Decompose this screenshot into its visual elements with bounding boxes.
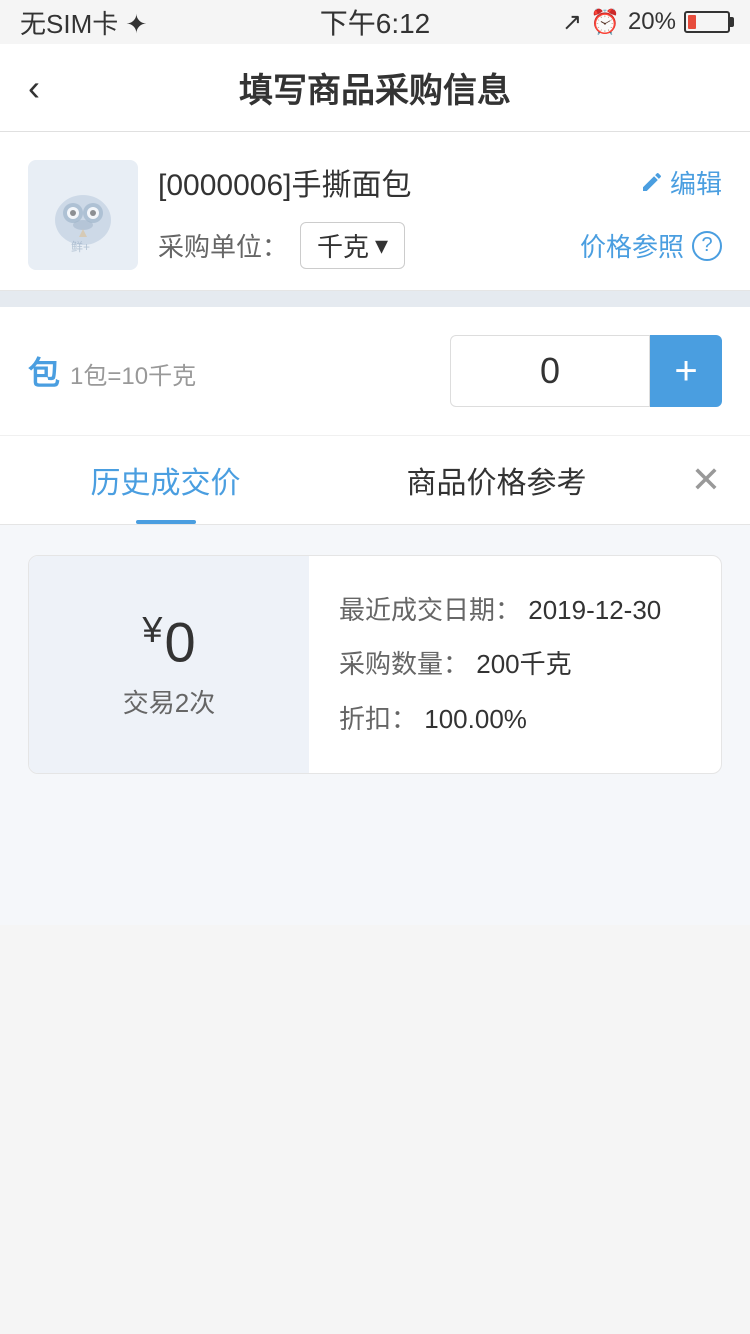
product-card: 鲜+ [0000006]手撕面包 编辑 采购单位： 千克 ▾	[0, 132, 750, 291]
quantity-label: 包 1包=10千克	[28, 348, 196, 394]
tab-bar: 历史成交价 商品价格参考 ✕	[0, 436, 750, 525]
product-thumbnail: 鲜+	[28, 160, 138, 270]
section-divider	[0, 291, 750, 307]
price-reference-btn[interactable]: 价格参照 ?	[580, 227, 722, 264]
network-status: 无SIM卡 ✦	[20, 4, 147, 41]
recent-date-label: 最近成交日期：	[339, 595, 521, 625]
discount-row: 折扣： 100.00%	[339, 701, 691, 737]
battery-icon	[684, 11, 730, 33]
purchase-qty-value: 200千克	[476, 649, 571, 679]
discount-value: 100.00%	[424, 704, 527, 734]
recent-date-value: 2019-12-30	[528, 595, 661, 625]
tab-close-button[interactable]: ✕	[662, 436, 750, 524]
discount-label: 折扣：	[339, 704, 417, 734]
quantity-unit: 包	[28, 348, 60, 394]
quantity-input-wrap: +	[450, 335, 722, 407]
purchase-qty-row: 采购数量： 200千克	[339, 646, 691, 682]
quantity-row: 包 1包=10千克 +	[0, 307, 750, 436]
owl-logo: 鲜+	[43, 175, 123, 255]
svg-text:鲜+: 鲜+	[71, 240, 90, 254]
price-summary: ¥0 交易2次	[29, 556, 309, 773]
price-card: ¥0 交易2次 最近成交日期： 2019-12-30 采购数量： 200千克 折…	[28, 555, 722, 774]
quantity-plus-button[interactable]: +	[650, 335, 722, 407]
tab-active-indicator	[136, 520, 196, 524]
product-name: [0000006]手撕面包	[158, 160, 411, 204]
product-info: [0000006]手撕面包 编辑 采购单位： 千克 ▾ 价格参照 ?	[158, 160, 722, 269]
page-title: 填写商品采购信息	[239, 63, 511, 112]
alarm-icon: ⏰	[590, 8, 620, 37]
status-bar: 无SIM卡 ✦ 下午6:12 ↗ ⏰ 20%	[0, 0, 750, 44]
product-unit-row: 采购单位： 千克 ▾ 价格参照 ?	[158, 222, 722, 269]
recent-date-row: 最近成交日期： 2019-12-30	[339, 592, 691, 628]
price-amount: ¥0	[142, 609, 195, 675]
help-icon[interactable]: ?	[692, 231, 722, 261]
tab-product-price[interactable]: 商品价格参考	[331, 436, 662, 524]
content-area: ¥0 交易2次 最近成交日期： 2019-12-30 采购数量： 200千克 折…	[0, 525, 750, 925]
product-header: [0000006]手撕面包 编辑	[158, 160, 722, 204]
battery-percent: 20%	[628, 8, 676, 36]
status-time: 下午6:12	[320, 2, 431, 42]
nav-bar: ‹ 填写商品采购信息	[0, 44, 750, 132]
purchase-qty-label: 采购数量：	[339, 649, 469, 679]
unit-selector[interactable]: 千克 ▾	[300, 222, 405, 269]
price-details: 最近成交日期： 2019-12-30 采购数量： 200千克 折扣： 100.0…	[309, 556, 721, 773]
edit-button[interactable]: 编辑	[640, 164, 722, 201]
tab-history-price[interactable]: 历史成交价	[0, 436, 331, 524]
quantity-conversion: 1包=10千克	[70, 356, 196, 391]
quantity-input[interactable]	[450, 335, 650, 407]
dropdown-icon: ▾	[375, 230, 388, 261]
location-icon: ↗	[562, 8, 582, 37]
status-right: ↗ ⏰ 20%	[562, 8, 730, 37]
edit-icon	[640, 170, 664, 194]
unit-label: 采购单位：	[158, 227, 288, 264]
back-button[interactable]: ‹	[28, 67, 40, 109]
trade-count: 交易2次	[123, 683, 215, 720]
